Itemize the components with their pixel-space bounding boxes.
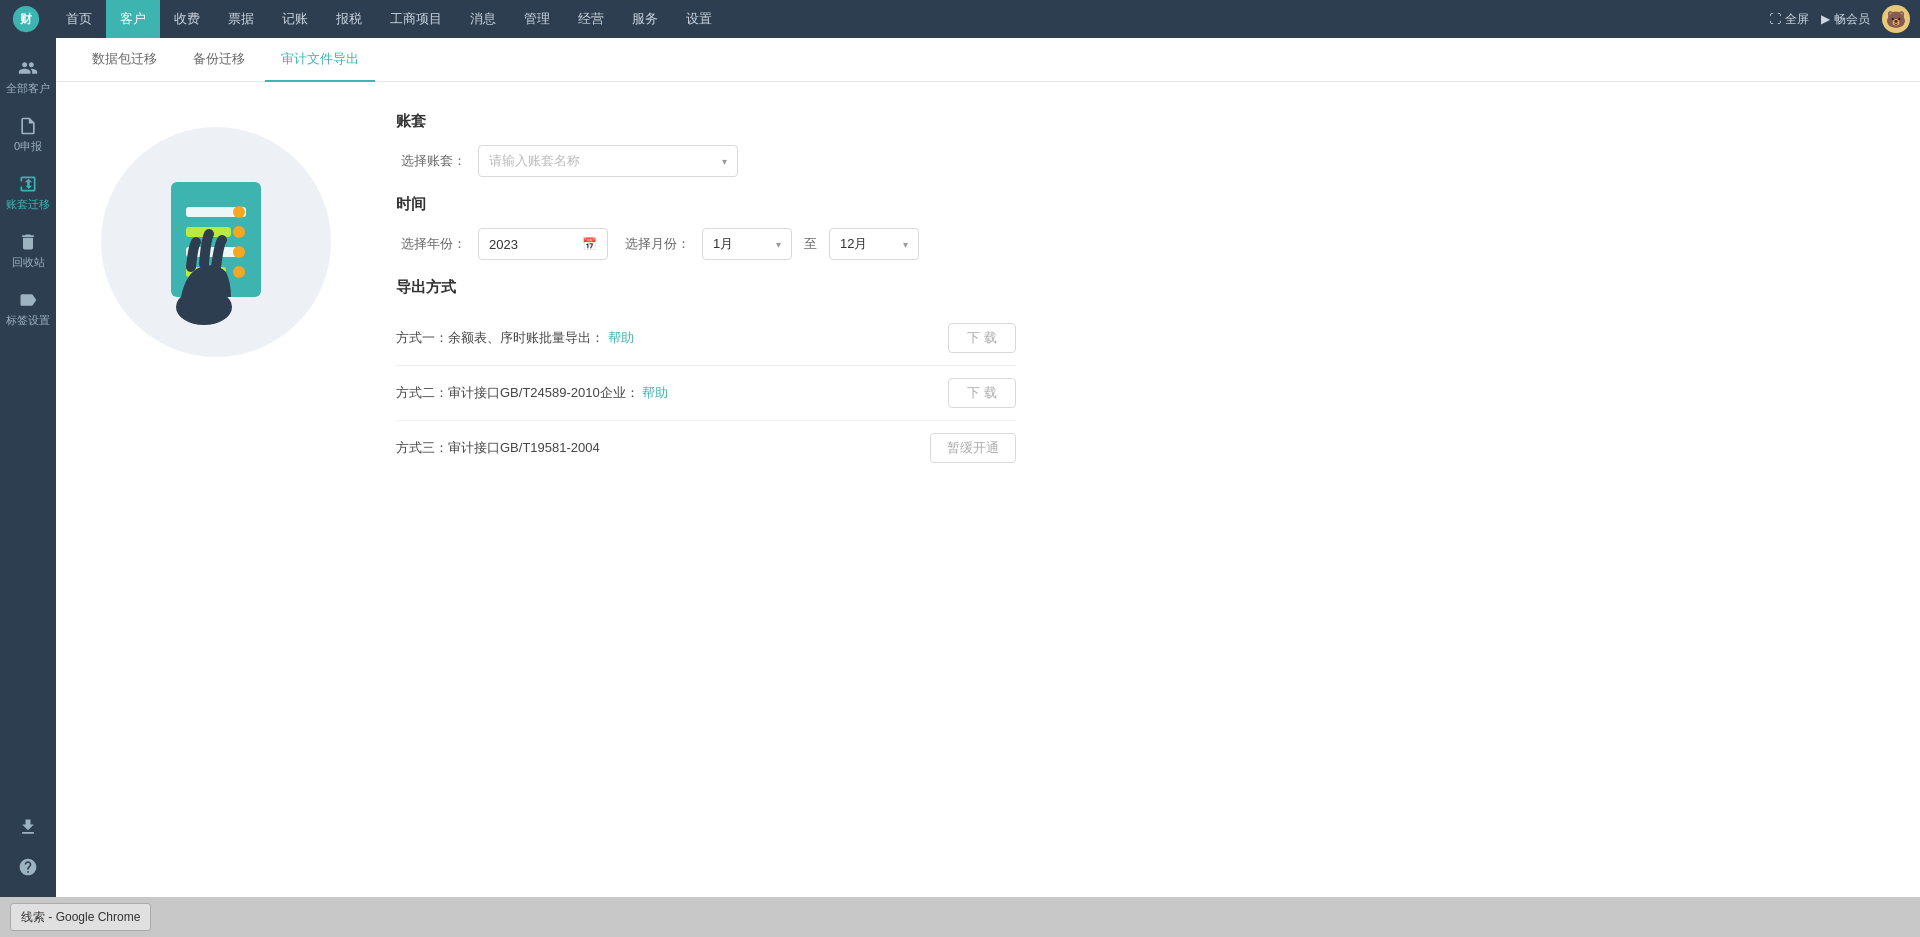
member-button[interactable]: ▶ 畅会员 — [1821, 11, 1870, 28]
avatar[interactable]: 🐻 — [1882, 5, 1910, 33]
nav-home[interactable]: 首页 — [52, 0, 106, 38]
method-2-download-button[interactable]: 下 载 — [948, 378, 1016, 408]
sidebar-item-zero-filing[interactable]: 0申报 — [0, 106, 56, 164]
tab-audit-export[interactable]: 审计文件导出 — [265, 38, 375, 82]
account-select[interactable]: 请输入账套名称 ▾ — [478, 145, 738, 177]
sidebar-item-recycle[interactable]: 回收站 — [0, 222, 56, 280]
nav-settings[interactable]: 设置 — [672, 0, 726, 38]
month-end-value: 12月 — [840, 235, 867, 253]
top-nav: 财 首页 客户 收费 票据 记账 报税 工商项目 消息 管理 经营 服务 设置 … — [0, 0, 1920, 38]
sidebar-item-download[interactable] — [0, 807, 56, 847]
month-label: 选择月份： — [620, 235, 690, 253]
year-label: 选择年份： — [396, 235, 466, 253]
illustration-wrap — [96, 112, 336, 372]
export-method-1: 方式一：余额表、序时账批量导出： 帮助 下 载 — [396, 311, 1016, 366]
separator: 至 — [804, 235, 817, 253]
nav-operations[interactable]: 经营 — [564, 0, 618, 38]
nav-bookkeeping[interactable]: 记账 — [268, 0, 322, 38]
method-1-help-link[interactable]: 帮助 — [608, 330, 634, 345]
top-nav-right: ⛶ 全屏 ▶ 畅会员 🐻 — [1769, 5, 1910, 33]
account-section-title: 账套 — [396, 112, 1016, 131]
method-1-text: 方式一：余额表、序时账批量导出： 帮助 — [396, 329, 938, 347]
fullscreen-icon: ⛶ — [1769, 12, 1781, 26]
method-2-help-link[interactable]: 帮助 — [642, 385, 668, 400]
account-form-row: 选择账套： 请输入账套名称 ▾ — [396, 145, 1016, 177]
sidebar-item-help[interactable] — [0, 847, 56, 887]
help-icon — [18, 857, 38, 877]
month-start-value: 1月 — [713, 235, 733, 253]
tabs-bar: 数据包迁移 备份迁移 审计文件导出 — [56, 38, 1920, 82]
year-value: 2023 — [489, 237, 518, 252]
chevron-down-icon: ▾ — [903, 239, 908, 250]
svg-point-7 — [233, 206, 245, 218]
account-placeholder: 请输入账套名称 — [489, 152, 580, 170]
people-icon — [18, 58, 38, 78]
nav-business[interactable]: 工商项目 — [376, 0, 456, 38]
svg-point-9 — [233, 246, 245, 258]
migration-icon — [18, 174, 38, 194]
sidebar-item-all-customers[interactable]: 全部客户 — [0, 48, 56, 106]
nav-management[interactable]: 管理 — [510, 0, 564, 38]
page-content: 账套 选择账套： 请输入账套名称 ▾ 时间 选择年份： 2023 — [56, 82, 1920, 897]
sidebar-bottom — [0, 807, 56, 897]
fullscreen-button[interactable]: ⛶ 全屏 — [1769, 11, 1809, 28]
nav-messages[interactable]: 消息 — [456, 0, 510, 38]
time-section-title: 时间 — [396, 195, 1016, 214]
audit-illustration — [136, 152, 296, 332]
time-form-row: 选择年份： 2023 📅 选择月份： 1月 ▾ 至 12月 — [396, 228, 1016, 260]
account-label: 选择账套： — [396, 152, 466, 170]
sidebar-item-label: 0申报 — [14, 139, 42, 154]
method-2-text: 方式二：审计接口GB/T24589-2010企业： 帮助 — [396, 384, 938, 402]
illustration-circle — [101, 127, 331, 357]
taskbar-chrome-item[interactable]: 线索 - Google Chrome — [10, 903, 151, 931]
sidebar-item-label: 标签设置 — [6, 313, 50, 328]
method-3-text: 方式三：审计接口GB/T19581-2004 — [396, 439, 920, 457]
nav-billing[interactable]: 收费 — [160, 0, 214, 38]
year-input[interactable]: 2023 📅 — [478, 228, 608, 260]
download-icon — [18, 817, 38, 837]
export-section-title: 导出方式 — [396, 278, 1016, 297]
top-nav-items: 首页 客户 收费 票据 记账 报税 工商项目 消息 管理 经营 服务 设置 — [52, 0, 1769, 38]
taskbar: 线索 - Google Chrome — [0, 897, 1920, 937]
chevron-down-icon: ▾ — [722, 156, 727, 167]
nav-customers[interactable]: 客户 — [106, 0, 160, 38]
export-method-3: 方式三：审计接口GB/T19581-2004 暂缓开通 — [396, 421, 1016, 475]
content-area: 数据包迁移 备份迁移 审计文件导出 — [56, 38, 1920, 897]
svg-point-8 — [233, 226, 245, 238]
nav-tax[interactable]: 报税 — [322, 0, 376, 38]
method-3-coming-soon-button[interactable]: 暂缓开通 — [930, 433, 1016, 463]
tab-backup-migration[interactable]: 备份迁移 — [177, 38, 261, 82]
tag-icon — [18, 290, 38, 310]
month-start-select[interactable]: 1月 ▾ — [702, 228, 792, 260]
export-method-2: 方式二：审计接口GB/T24589-2010企业： 帮助 下 载 — [396, 366, 1016, 421]
main-layout: 全部客户 0申报 账套迁移 回收站 标签设置 — [0, 38, 1920, 897]
svg-point-10 — [233, 266, 245, 278]
tab-data-migration[interactable]: 数据包迁移 — [76, 38, 173, 82]
method-1-download-button[interactable]: 下 载 — [948, 323, 1016, 353]
month-end-select[interactable]: 12月 ▾ — [829, 228, 919, 260]
nav-invoice[interactable]: 票据 — [214, 0, 268, 38]
trash-icon — [18, 232, 38, 252]
sidebar-item-label: 账套迁移 — [6, 197, 50, 212]
document-icon — [18, 116, 38, 136]
sidebar: 全部客户 0申报 账套迁移 回收站 标签设置 — [0, 38, 56, 897]
form-container: 账套 选择账套： 请输入账套名称 ▾ 时间 选择年份： 2023 — [96, 112, 1880, 475]
play-icon: ▶ — [1821, 12, 1830, 26]
sidebar-item-account-migration[interactable]: 账套迁移 — [0, 164, 56, 222]
app-logo: 财 — [10, 3, 42, 35]
form-right: 账套 选择账套： 请输入账套名称 ▾ 时间 选择年份： 2023 — [396, 112, 1016, 475]
svg-text:财: 财 — [19, 12, 33, 26]
nav-services[interactable]: 服务 — [618, 0, 672, 38]
chevron-down-icon: ▾ — [776, 239, 781, 250]
calendar-icon: 📅 — [582, 237, 597, 251]
sidebar-item-label: 回收站 — [12, 255, 45, 270]
sidebar-item-label: 全部客户 — [6, 81, 50, 96]
sidebar-item-tag-settings[interactable]: 标签设置 — [0, 280, 56, 338]
